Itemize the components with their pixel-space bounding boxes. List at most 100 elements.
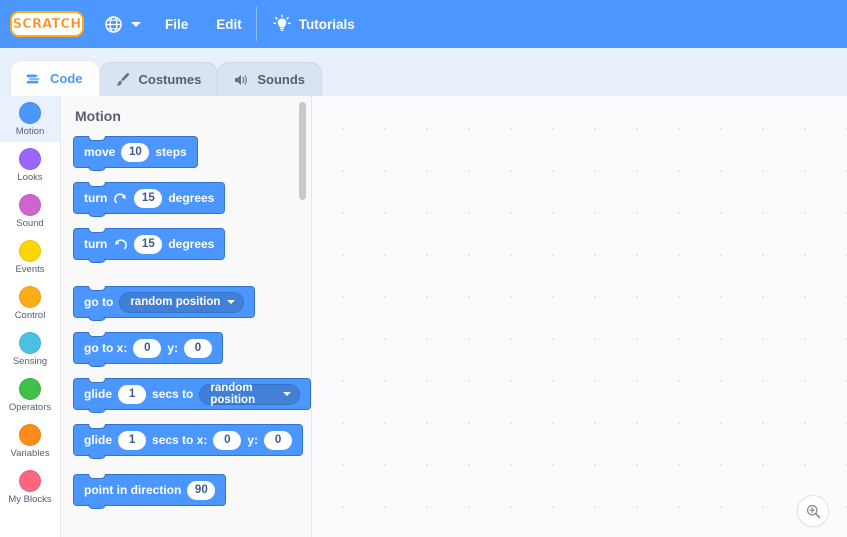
go-to-target-dropdown[interactable]: random position [119, 291, 245, 313]
block-row: turn 15 degrees [73, 182, 311, 217]
go-to-x-input[interactable]: 0 [133, 338, 162, 358]
category-events-label: Events [15, 263, 45, 275]
category-variables[interactable]: Variables [0, 418, 60, 464]
tab-costumes-label: Costumes [138, 72, 202, 87]
block-label: y: [247, 433, 259, 447]
move-steps-input[interactable]: 10 [121, 142, 150, 162]
globe-icon [105, 15, 122, 33]
menu-item-edit-label: Edit [216, 16, 242, 32]
editor-body: Motion Looks Sound Events Control Sensin… [0, 96, 847, 537]
scratch-logo-text: SCRATCH [12, 16, 82, 32]
tab-bar: Code Costumes Sounds [0, 48, 847, 96]
chevron-down-icon [227, 300, 236, 304]
tab-sounds-label: Sounds [257, 72, 306, 87]
category-color-dot [19, 101, 41, 124]
block-move-steps[interactable]: move 10 steps [73, 136, 198, 171]
block-turn-right-degrees[interactable]: turn 15 degrees [73, 182, 226, 217]
category-list: Motion Looks Sound Events Control Sensin… [0, 96, 61, 537]
turn-counterclockwise-icon [115, 238, 128, 249]
dropdown-value: random position [210, 382, 256, 406]
block-glide-secs-to[interactable]: glide 1 secs to random position [73, 378, 311, 413]
menu-item-file-label: File [165, 16, 189, 32]
category-motion-label: Motion [15, 125, 45, 137]
category-color-dot [19, 193, 41, 216]
go-to-y-input[interactable]: 0 [184, 338, 212, 358]
category-color-dot [19, 331, 41, 354]
glide-xy-secs-input[interactable]: 1 [118, 430, 147, 450]
category-operators-label: Operators [8, 401, 52, 413]
category-color-dot [19, 423, 41, 446]
menu-item-edit[interactable]: Edit [202, 0, 256, 48]
block-glide-secs-to-xy[interactable]: glide 1 secs to x: 0 y: 0 [73, 424, 304, 459]
block-label: go to [84, 295, 114, 309]
paintbrush-icon [116, 72, 129, 86]
category-events[interactable]: Events [0, 234, 60, 280]
tab-code-label: Code [50, 71, 83, 86]
palette-scrollbar[interactable] [299, 102, 306, 200]
lightbulb-icon [272, 14, 291, 31]
category-sound[interactable]: Sound [0, 188, 60, 234]
category-my-blocks-label: My Blocks [8, 493, 52, 505]
menu-bar: SCRATCH File Edit Tutorials [0, 0, 847, 48]
turn-left-degrees-input[interactable]: 15 [134, 234, 163, 254]
language-selector[interactable] [96, 0, 151, 48]
block-point-in-direction[interactable]: point in direction 90 [73, 474, 227, 509]
block-label: steps [155, 145, 187, 159]
category-my-blocks[interactable]: My Blocks [0, 464, 60, 510]
speaker-icon [235, 74, 248, 85]
block-label: turn [84, 237, 108, 251]
code-blocks-icon [26, 74, 40, 83]
glide-target-dropdown[interactable]: random position [199, 382, 300, 406]
zoom-in-icon [806, 504, 820, 518]
category-color-dot [19, 377, 41, 400]
block-label: degrees [168, 237, 215, 251]
block-go-to-xy[interactable]: go to x: 0 y: 0 [73, 332, 223, 367]
point-direction-input[interactable]: 90 [187, 480, 216, 500]
category-looks[interactable]: Looks [0, 142, 60, 188]
block-row: glide 1 secs to x: 0 y: 0 [73, 424, 311, 459]
category-looks-label: Looks [17, 171, 43, 183]
category-color-dot [19, 469, 41, 492]
category-motion[interactable]: Motion [0, 96, 60, 142]
scratch-editor: SCRATCH File Edit Tutorials Code Costume… [0, 0, 847, 537]
block-label: point in direction [84, 483, 182, 497]
scratch-logo[interactable]: SCRATCH [0, 11, 96, 37]
workspace-zoom-controls [797, 495, 829, 527]
chevron-down-icon [131, 21, 141, 27]
block-turn-left-degrees[interactable]: turn 15 degrees [73, 228, 226, 263]
block-palette[interactable]: Motion move 10 steps turn 15 degrees tur… [61, 96, 312, 537]
category-control[interactable]: Control [0, 280, 60, 326]
block-label: y: [167, 341, 178, 355]
category-sensing[interactable]: Sensing [0, 326, 60, 372]
category-color-dot [19, 285, 41, 308]
block-row: go to x: 0 y: 0 [73, 332, 311, 367]
category-control-label: Control [14, 309, 46, 321]
block-row: move 10 steps [73, 136, 311, 171]
category-operators[interactable]: Operators [0, 372, 60, 418]
block-row: point in direction 90 [73, 474, 311, 509]
tab-costumes[interactable]: Costumes [98, 62, 219, 96]
category-sound-label: Sound [16, 217, 44, 229]
category-color-dot [19, 147, 41, 170]
tutorials-label: Tutorials [298, 16, 355, 32]
block-go-to[interactable]: go to random position [73, 286, 256, 321]
tab-code[interactable]: Code [10, 60, 100, 96]
block-label: glide [84, 387, 113, 401]
block-label: move [84, 145, 116, 159]
block-label: go to x: [84, 341, 128, 355]
glide-x-input[interactable]: 0 [213, 430, 242, 450]
tutorials-button[interactable]: Tutorials [255, 0, 371, 48]
block-label: degrees [168, 191, 215, 205]
menu-item-file[interactable]: File [151, 0, 202, 48]
zoom-in-button[interactable] [797, 495, 829, 527]
category-color-dot [19, 239, 41, 262]
tab-sounds[interactable]: Sounds [217, 62, 323, 96]
block-label: secs to x: [152, 433, 208, 447]
glide-y-input[interactable]: 0 [264, 430, 293, 450]
turn-right-degrees-input[interactable]: 15 [134, 188, 163, 208]
palette-blocks: move 10 steps turn 15 degrees turn 15 de… [61, 136, 311, 509]
code-workspace[interactable] [312, 96, 847, 537]
block-row: go to random position [73, 286, 311, 321]
category-variables-label: Variables [10, 447, 50, 459]
glide-secs-input[interactable]: 1 [118, 384, 147, 404]
